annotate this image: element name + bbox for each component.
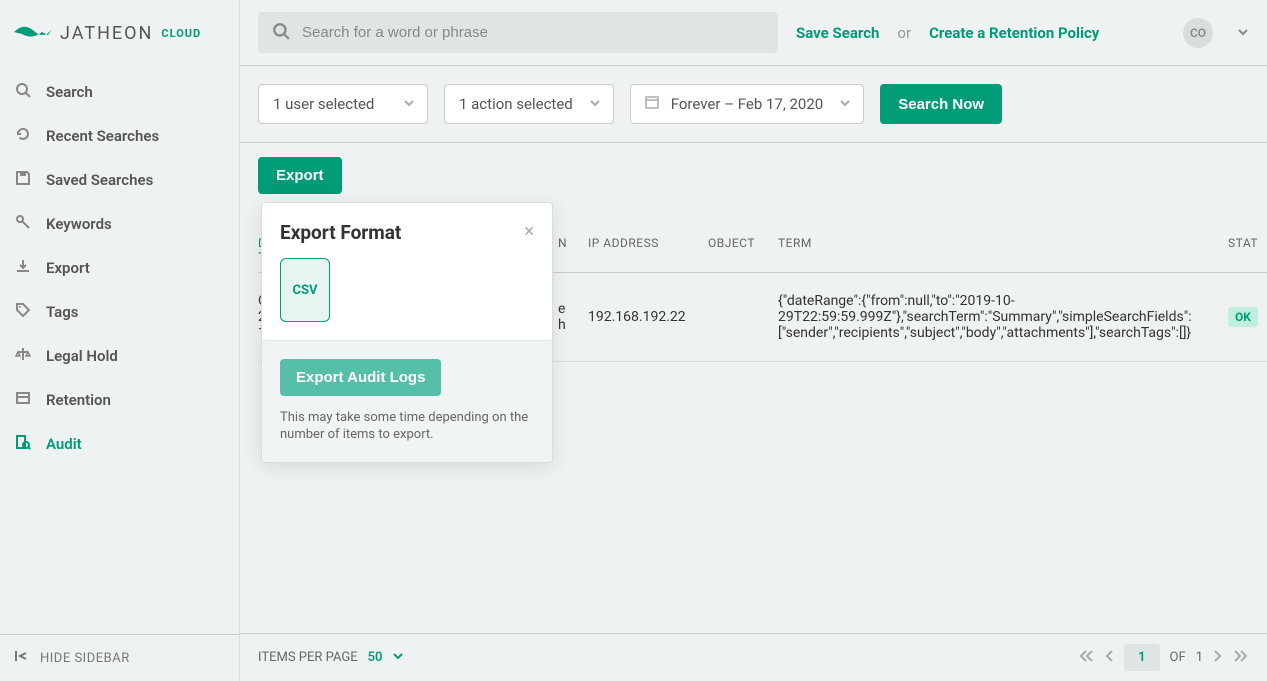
sidebar-item-label: Search (46, 83, 93, 101)
tag-icon (14, 302, 32, 322)
export-format-modal: Export Format × CSV Export Audit Logs Th… (261, 202, 553, 463)
sidebar-item-recent-searches[interactable]: Recent Searches (0, 114, 239, 158)
sidebar-item-legal-hold[interactable]: Legal Hold (0, 334, 239, 378)
page-current[interactable]: 1 (1124, 644, 1159, 671)
action-filter-label: 1 action selected (459, 95, 573, 113)
col-header-ip[interactable]: IP ADDRESS (588, 236, 708, 264)
chevron-down-icon[interactable] (392, 650, 404, 666)
cell-status: OK (1228, 309, 1267, 325)
sidebar-item-label: Legal Hold (46, 347, 118, 365)
filter-bar: 1 user selected 1 action selected Foreve… (240, 66, 1267, 143)
csv-format-option[interactable]: CSV (280, 258, 330, 322)
col-header-status[interactable]: STAT (1228, 236, 1267, 264)
status-badge: OK (1228, 307, 1258, 327)
page-next-button[interactable] (1213, 649, 1223, 667)
user-filter-dropdown[interactable]: 1 user selected (258, 84, 428, 124)
page-prev-button[interactable] (1104, 649, 1114, 667)
hide-sidebar-label: HIDE SIDEBAR (40, 651, 130, 666)
cell-ip: 192.168.192.22 (588, 309, 708, 325)
logo-icon (12, 20, 54, 46)
sidebar-item-retention[interactable]: Retention (0, 378, 239, 422)
sidebar-item-label: Saved Searches (46, 171, 153, 189)
page-first-button[interactable] (1078, 649, 1094, 667)
logo: JATHEON CLOUD (0, 0, 239, 70)
pagination-footer: ITEMS PER PAGE 50 1 OF 1 (240, 633, 1267, 681)
sidebar-item-label: Retention (46, 391, 111, 409)
search-icon (272, 22, 290, 44)
sidebar-item-label: Export (46, 259, 90, 277)
date-filter-dropdown[interactable]: Forever – Feb 17, 2020 (630, 84, 864, 124)
topbar: Save Search or Create a Retention Policy… (240, 0, 1267, 66)
audit-icon (14, 434, 32, 454)
page-total: 1 (1196, 650, 1203, 665)
chevron-down-icon (403, 95, 415, 113)
search-input[interactable] (258, 12, 778, 53)
modal-title: Export Format (280, 221, 401, 244)
brand-name: JATHEON (60, 23, 153, 44)
chevron-down-icon[interactable] (1237, 23, 1249, 42)
action-filter-dropdown[interactable]: 1 action selected (444, 84, 614, 124)
download-icon (14, 258, 32, 278)
global-search (258, 12, 778, 53)
page-of-label: OF (1170, 650, 1186, 665)
sidebar-item-audit[interactable]: Audit (0, 422, 239, 466)
nav: Search Recent Searches Saved Searches Ke… (0, 70, 239, 634)
sidebar-item-tags[interactable]: Tags (0, 290, 239, 334)
sidebar-item-label: Recent Searches (46, 127, 159, 145)
chevron-down-icon (839, 95, 851, 113)
sidebar-item-export[interactable]: Export (0, 246, 239, 290)
save-search-link[interactable]: Save Search (796, 24, 879, 42)
create-retention-policy-link[interactable]: Create a Retention Policy (929, 24, 1099, 42)
page-last-button[interactable] (1233, 649, 1249, 667)
col-header-term[interactable]: TERM (778, 236, 1228, 264)
collapse-icon (14, 649, 28, 667)
cell-term: {"dateRange":{"from":null,"to":"2019-10-… (778, 293, 1228, 341)
export-audit-logs-button[interactable]: Export Audit Logs (280, 359, 441, 396)
sidebar-item-label: Tags (46, 303, 79, 321)
close-icon[interactable]: × (524, 221, 534, 242)
items-per-page-value[interactable]: 50 (368, 650, 383, 665)
scale-icon (14, 346, 32, 366)
or-text: or (897, 24, 911, 42)
calendar-icon (645, 95, 659, 113)
user-filter-label: 1 user selected (273, 95, 374, 113)
brand-sub: CLOUD (161, 27, 201, 40)
search-now-button[interactable]: Search Now (880, 84, 1002, 124)
date-filter-label: Forever – Feb 17, 2020 (671, 95, 823, 113)
save-icon (14, 170, 32, 190)
sidebar-item-saved-searches[interactable]: Saved Searches (0, 158, 239, 202)
csv-label: CSV (292, 283, 317, 298)
avatar[interactable]: CO (1183, 18, 1213, 48)
history-icon (14, 126, 32, 146)
items-per-page-label: ITEMS PER PAGE (258, 650, 358, 665)
search-icon (14, 82, 32, 102)
modal-note: This may take some time depending on the… (280, 410, 534, 444)
sidebar: JATHEON CLOUD Search Recent Searches Sav… (0, 0, 240, 681)
chevron-down-icon (589, 95, 601, 113)
sidebar-item-keywords[interactable]: Keywords (0, 202, 239, 246)
retention-icon (14, 390, 32, 410)
export-button[interactable]: Export (258, 157, 342, 194)
sidebar-item-label: Keywords (46, 215, 112, 233)
sidebar-item-search[interactable]: Search (0, 70, 239, 114)
key-icon (14, 214, 32, 234)
hide-sidebar-button[interactable]: HIDE SIDEBAR (0, 634, 239, 681)
col-header-object[interactable]: OBJECT (708, 236, 778, 264)
sidebar-item-label: Audit (46, 435, 82, 453)
